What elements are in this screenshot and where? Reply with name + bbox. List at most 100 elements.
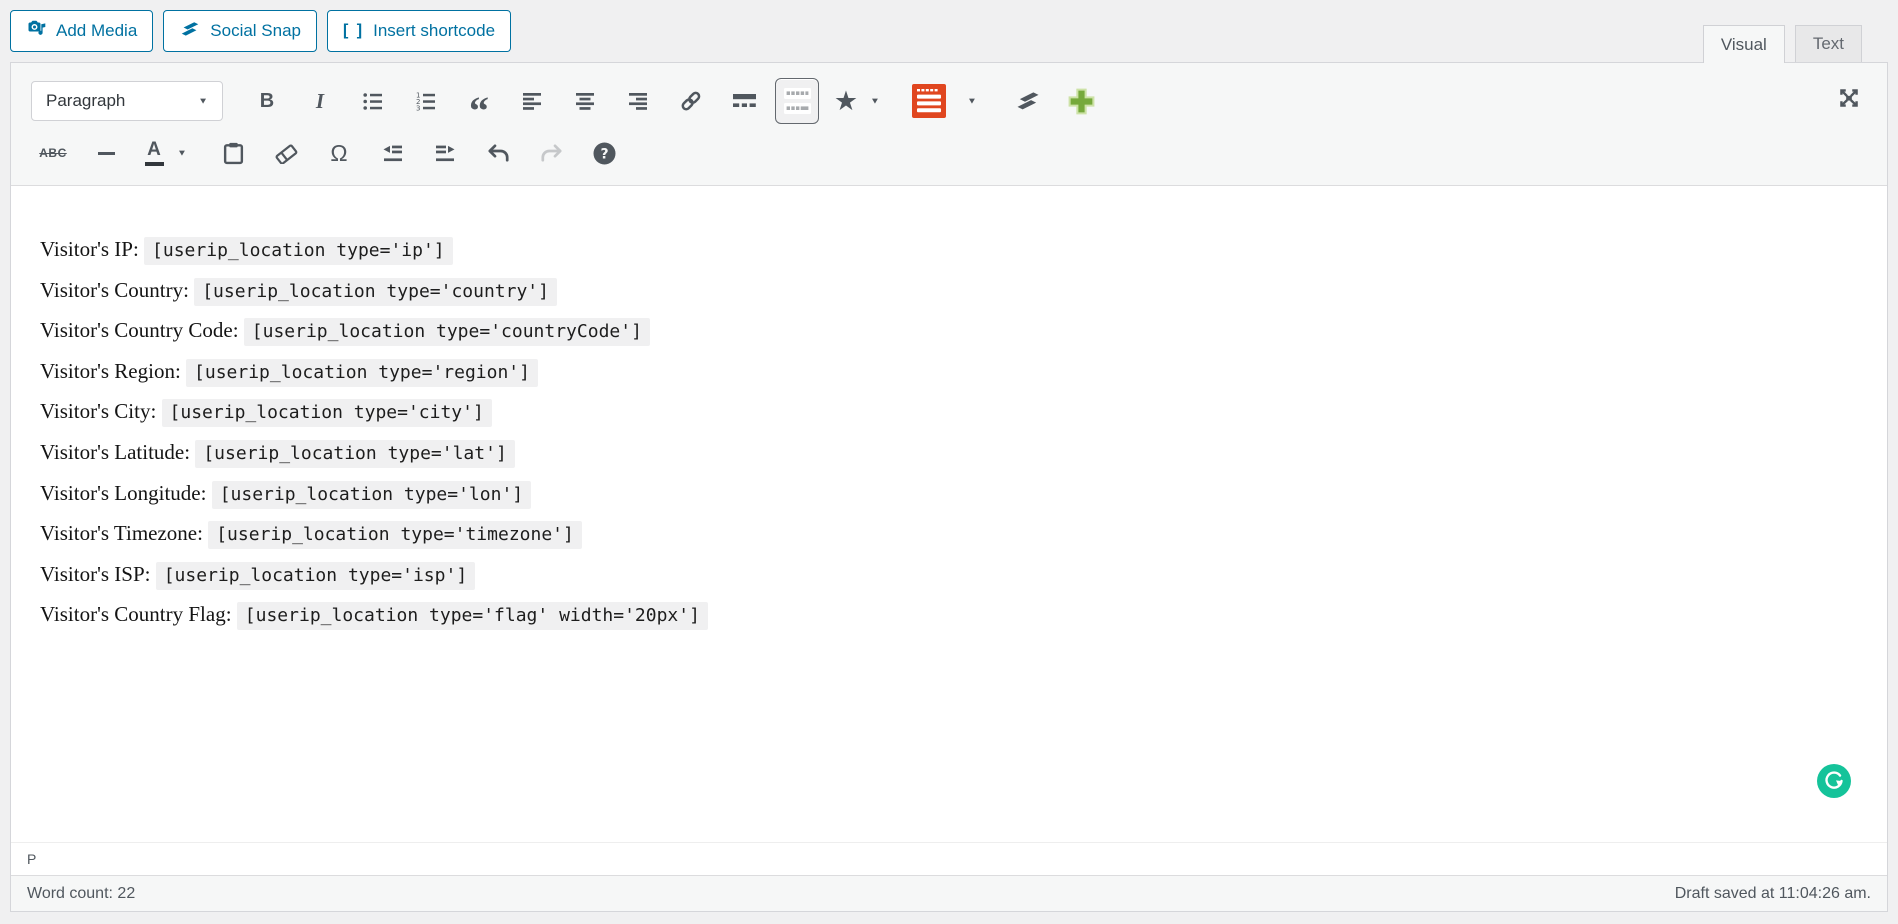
word-count: Word count: 22 (27, 885, 135, 903)
line-label: Visitor's ISP: (40, 562, 150, 586)
toolbar-toggle-button[interactable] (775, 78, 819, 124)
shortcode-chip: [userip_location type='lat'] (195, 440, 514, 468)
strikethrough-button[interactable]: ABC (31, 133, 75, 173)
special-character-button[interactable]: Ω (317, 133, 361, 173)
fullscreen-button[interactable] (1827, 79, 1871, 119)
toolbar-row-2: ABC A ▼ (31, 129, 1873, 177)
plus-icon (1066, 86, 1097, 117)
horizontal-rule-icon (98, 152, 115, 155)
paragraph-format-select[interactable]: Paragraph ▼ (31, 81, 223, 121)
svg-text:3: 3 (416, 104, 420, 110)
bullet-list-icon (363, 92, 383, 111)
chevron-down-icon: ▼ (177, 148, 187, 157)
shortcodes-dropdown-caret[interactable]: ▼ (961, 81, 983, 121)
editor-content-area[interactable]: Visitor's IP: [userip_location type='ip'… (11, 186, 1887, 842)
grammarly-icon (1823, 769, 1845, 794)
star-icon: ★ (834, 86, 858, 117)
align-center-icon (576, 93, 594, 110)
help-button[interactable]: ? (582, 133, 626, 173)
undo-button[interactable] (476, 133, 520, 173)
shortcode-chip: [userip_location type='city'] (162, 399, 492, 427)
shortcode-chip: [userip_location type='timezone'] (208, 521, 582, 549)
insert-shortcode-button[interactable]: [ ] Insert shortcode (327, 10, 511, 52)
fullscreen-icon (1836, 85, 1862, 114)
insert-plus-button[interactable] (1059, 81, 1103, 121)
bullet-list-button[interactable] (351, 81, 395, 121)
shortcode-chip: [userip_location type='lon'] (212, 481, 531, 509)
paste-as-text-button[interactable] (211, 133, 255, 173)
toolbar-row-1: Paragraph ▼ B I (31, 75, 1873, 127)
align-right-icon (629, 93, 647, 110)
text-color-button[interactable]: A (137, 133, 171, 173)
shortcode-chip: [userip_location type='country'] (194, 278, 557, 306)
content-line: Visitor's Longitude: [userip_location ty… (40, 474, 1857, 515)
star-button[interactable]: ★ (828, 81, 864, 121)
tab-text[interactable]: Text (1795, 25, 1862, 62)
draft-saved-status: Draft saved at 11:04:26 am. (1675, 885, 1871, 903)
numbered-list-icon: 1 2 3 (416, 92, 436, 111)
chevron-down-icon: ▼ (198, 96, 208, 105)
bold-button[interactable]: B (245, 81, 289, 121)
paragraph-format-value: Paragraph (46, 91, 125, 111)
text-color-split-button: A ▼ (137, 133, 193, 173)
italic-icon: I (316, 89, 324, 114)
line-label: Visitor's Region: (40, 359, 181, 383)
editor-header: Add Media Social Snap [ ] Insert shortco… (0, 0, 1898, 62)
tab-visual[interactable]: Visual (1703, 25, 1785, 63)
content-line: Visitor's City: [userip_location type='c… (40, 392, 1857, 433)
insert-link-button[interactable] (669, 81, 713, 121)
shortcode-chip: [userip_location type='isp'] (156, 562, 475, 590)
line-label: Visitor's Country: (40, 278, 189, 302)
toolbar-toggle-icon (784, 87, 811, 115)
wp-classic-editor: Add Media Social Snap [ ] Insert shortco… (0, 0, 1898, 924)
indent-button[interactable] (423, 133, 467, 173)
shortcode-chip: [userip_location type='countryCode'] (244, 318, 650, 346)
add-media-label: Add Media (56, 21, 137, 41)
social-snap-toolbar-button[interactable] (1006, 81, 1050, 121)
star-split-button: ★ ▼ (828, 81, 886, 121)
chevron-down-icon: ▼ (967, 96, 977, 105)
status-bar: Word count: 22 Draft saved at 11:04:26 a… (11, 875, 1887, 911)
strikethrough-icon: ABC (39, 146, 67, 160)
add-media-button[interactable]: Add Media (10, 10, 153, 52)
blockquote-button[interactable]: “ (457, 81, 501, 121)
indent-icon (436, 145, 455, 162)
svg-text:?: ? (600, 146, 608, 162)
shortcodes-red-button[interactable] (909, 81, 949, 121)
editor-mode-tabs: Visual Text (1703, 25, 1862, 62)
undo-icon (487, 144, 510, 163)
media-icon (26, 19, 47, 44)
align-right-button[interactable] (616, 81, 660, 121)
read-more-button[interactable] (722, 81, 766, 121)
line-label: Visitor's IP: (40, 237, 139, 261)
social-snap-button[interactable]: Social Snap (163, 10, 317, 52)
numbered-list-button[interactable]: 1 2 3 (404, 81, 448, 121)
editor-toolbar: Paragraph ▼ B I (11, 63, 1887, 186)
element-path[interactable]: P (27, 851, 36, 867)
link-icon (679, 89, 703, 113)
media-buttons: Add Media Social Snap [ ] Insert shortco… (10, 10, 511, 52)
shortcode-chip: [userip_location type='region'] (186, 359, 538, 387)
redo-button[interactable] (529, 133, 573, 173)
content-line: Visitor's Country Flag: [userip_location… (40, 595, 1857, 636)
clear-formatting-button[interactable] (264, 133, 308, 173)
clipboard-icon (223, 142, 244, 165)
horizontal-rule-button[interactable] (84, 133, 128, 173)
align-center-button[interactable] (563, 81, 607, 121)
blockquote-icon: “ (469, 81, 489, 121)
grammarly-button[interactable] (1817, 764, 1851, 798)
social-snap-label: Social Snap (210, 21, 301, 41)
redo-icon (540, 144, 563, 163)
content-line: Visitor's Country: [userip_location type… (40, 271, 1857, 312)
element-path-bar: P (11, 842, 1887, 875)
italic-button[interactable]: I (298, 81, 342, 121)
line-label: Visitor's Longitude: (40, 481, 206, 505)
text-color-dropdown-caret[interactable]: ▼ (171, 133, 193, 173)
content-line: Visitor's Latitude: [userip_location typ… (40, 433, 1857, 474)
star-dropdown-caret[interactable]: ▼ (864, 81, 886, 121)
content-line: Visitor's Country Code: [userip_location… (40, 311, 1857, 352)
shortcodes-split-button: ▼ (909, 81, 983, 121)
text-color-icon: A (145, 141, 164, 166)
align-left-button[interactable] (510, 81, 554, 121)
outdent-button[interactable] (370, 133, 414, 173)
